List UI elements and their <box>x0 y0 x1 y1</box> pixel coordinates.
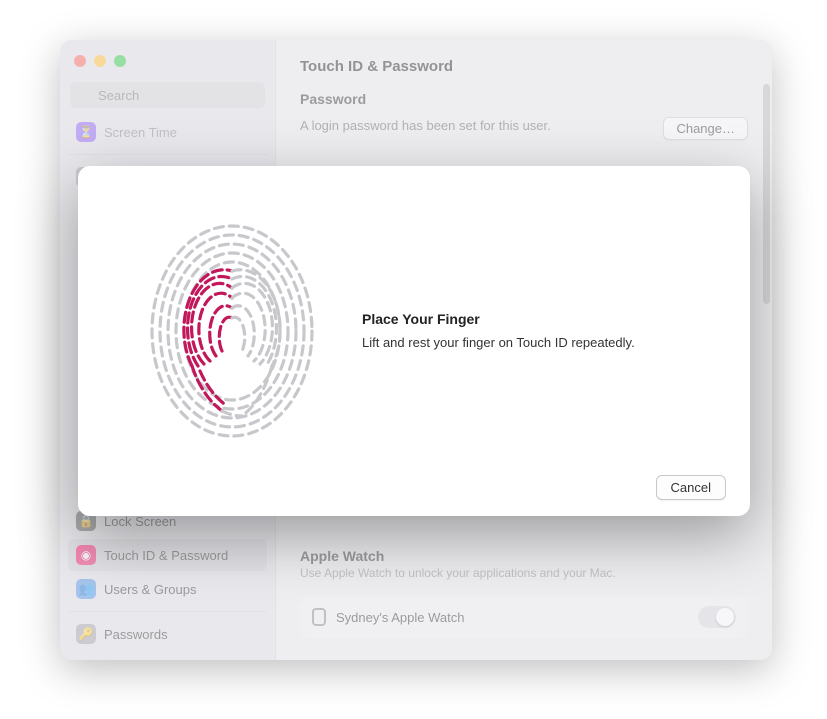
modal-title: Place Your Finger <box>362 311 635 327</box>
sidebar-divider <box>68 611 267 612</box>
sidebar-item-label: Passwords <box>104 627 168 642</box>
close-window-button[interactable] <box>74 55 86 67</box>
users-icon: 👥 <box>76 579 96 599</box>
sidebar-item-users-groups[interactable]: 👥 Users & Groups <box>68 573 267 605</box>
password-section-title: Password <box>300 91 748 107</box>
apple-watch-device-name: Sydney's Apple Watch <box>336 610 464 625</box>
cancel-button[interactable]: Cancel <box>656 475 726 500</box>
apple-watch-description: Use Apple Watch to unlock your applicati… <box>300 566 748 580</box>
page-title: Touch ID & Password <box>300 58 748 91</box>
key-icon: 🔑 <box>76 624 96 644</box>
apple-watch-section: Apple Watch Use Apple Watch to unlock yo… <box>300 548 748 638</box>
hourglass-icon: ⏳ <box>76 122 96 142</box>
watch-icon <box>312 608 326 626</box>
modal-instruction: Lift and rest your finger on Touch ID re… <box>362 335 635 350</box>
apple-watch-toggle[interactable] <box>698 606 736 628</box>
search-input[interactable] <box>70 82 265 108</box>
password-row: A login password has been set for this u… <box>300 117 748 140</box>
change-password-button[interactable]: Change… <box>663 117 748 140</box>
sidebar-item-label: Screen Time <box>104 125 177 140</box>
sidebar-item-touch-id[interactable]: ◉ Touch ID & Password <box>68 539 267 571</box>
apple-watch-device-row: Sydney's Apple Watch <box>300 596 748 638</box>
sidebar-item-screen-time[interactable]: ⏳ Screen Time <box>68 116 267 148</box>
minimize-window-button[interactable] <box>94 55 106 67</box>
sidebar-item-label: Touch ID & Password <box>104 548 228 563</box>
maximize-window-button[interactable] <box>114 55 126 67</box>
password-description: A login password has been set for this u… <box>300 118 551 133</box>
sidebar-divider <box>68 154 267 155</box>
fingerprint-icon: ◉ <box>76 545 96 565</box>
scrollbar[interactable] <box>763 84 770 304</box>
apple-watch-title: Apple Watch <box>300 548 748 564</box>
window-controls <box>60 40 275 82</box>
sidebar-item-label: Users & Groups <box>104 582 196 597</box>
fingerprint-illustration <box>132 211 332 451</box>
touch-id-enroll-dialog: Place Your Finger Lift and rest your fin… <box>78 166 750 516</box>
sidebar-item-passwords[interactable]: 🔑 Passwords <box>68 618 267 650</box>
